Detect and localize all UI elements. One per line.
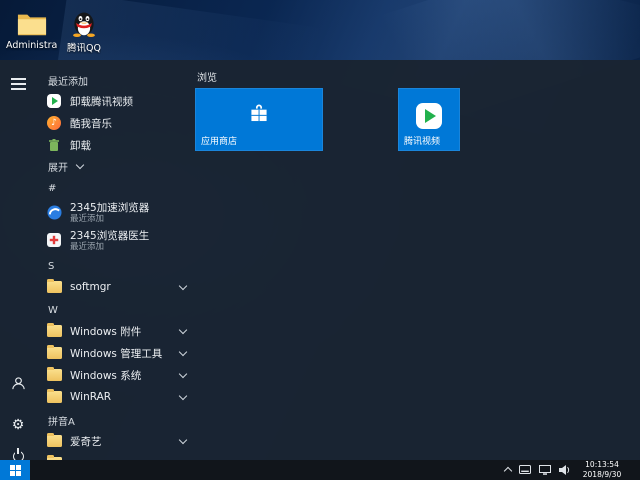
app-folder-winrar[interactable]: WinRAR [36, 386, 194, 408]
app-folder-windows-admin-tools[interactable]: Windows 管理工具 [36, 342, 194, 364]
section-header-hash[interactable]: # [36, 178, 194, 198]
app-item-label: Windows 管理工具 [70, 346, 162, 361]
windows-logo-icon [10, 465, 21, 476]
app-item-label: WinRAR [70, 391, 111, 403]
section-header-recent: 最近添加 [36, 70, 194, 90]
input-indicator-icon[interactable] [519, 465, 531, 475]
folder-icon [46, 345, 62, 361]
taskbar-clock[interactable]: 10:13:54 2018/9/30 [579, 460, 625, 480]
qq-penguin-icon [68, 8, 100, 38]
start-menu: 最近添加 卸载腾讯视频 酷我音乐 卸载 展开 # [0, 60, 640, 460]
app-item-2345-browser-doctor[interactable]: 2345浏览器医生 最近添加 [36, 226, 194, 254]
app-item-uninstall-tencent-video[interactable]: 卸载腾讯视频 [36, 90, 194, 112]
app-item-sublabel: 最近添加 [70, 215, 149, 225]
settings-button[interactable] [0, 405, 36, 441]
folder-icon [46, 433, 62, 449]
system-tray: 10:13:54 2018/9/30 [505, 460, 640, 480]
expand-label: 展开 [48, 159, 68, 174]
network-icon[interactable] [539, 465, 551, 475]
section-header-pinyin-a[interactable]: 拼音A [36, 410, 194, 430]
app-item-kuwo-music[interactable]: 酷我音乐 [36, 112, 194, 134]
app-folder-softmgr[interactable]: softmgr [36, 276, 194, 298]
hidden-icons-chevron[interactable] [504, 467, 512, 475]
app-item-sublabel: 最近添加 [70, 243, 149, 253]
app-item-label: softmgr [70, 281, 111, 293]
tile-label: 应用商店 [201, 134, 237, 147]
start-menu-rail [0, 60, 36, 460]
app-item-2345-browser[interactable]: 2345加速浏览器 最近添加 [36, 198, 194, 226]
kuwo-music-icon [46, 115, 62, 131]
chevron-down-icon [179, 326, 187, 334]
app-item-uninstall[interactable]: 卸载 [36, 134, 194, 156]
menu-hamburger-button[interactable] [0, 66, 36, 102]
chevron-down-icon [179, 370, 187, 378]
folder-icon [16, 8, 48, 38]
app-item-label: Windows 附件 [70, 324, 141, 339]
start-tiles-area: 浏览 应用商店 腾讯视频 [195, 60, 640, 460]
desktop-icon-label: 腾讯QQ [67, 40, 101, 54]
chevron-down-icon [179, 436, 187, 444]
chevron-down-icon [179, 348, 187, 356]
chevron-down-icon [76, 161, 84, 169]
tile-tencent-video[interactable]: 腾讯视频 [398, 88, 460, 151]
app-item-label: 2345浏览器医生 [70, 228, 149, 243]
chevron-down-icon [179, 282, 187, 290]
clock-date: 2018/9/30 [582, 470, 622, 480]
store-bag-icon [246, 101, 272, 131]
app-item-label: 卸载 [70, 138, 91, 153]
taskbar: 10:13:54 2018/9/30 [0, 460, 640, 480]
tile-group-header[interactable]: 浏览 [197, 69, 217, 84]
app-item-label: 2345加速浏览器 [70, 200, 149, 215]
app-folder-windows-accessories[interactable]: Windows 附件 [36, 320, 194, 342]
uninstall-trash-icon [46, 137, 62, 153]
app-item-clipped[interactable] [36, 452, 194, 460]
folder-icon [46, 389, 62, 405]
user-icon [11, 376, 26, 391]
hamburger-icon [11, 78, 26, 90]
desktop-icon-administrator[interactable]: Administra... [6, 8, 58, 51]
tile-app-store[interactable]: 应用商店 [195, 88, 323, 151]
browser-globe-icon [46, 204, 62, 220]
volume-icon[interactable] [559, 465, 571, 475]
app-item-label: 卸载腾讯视频 [70, 94, 133, 109]
desktop-icon-label: Administra... [6, 40, 58, 51]
tile-label: 腾讯视频 [404, 134, 440, 147]
folder-icon [46, 323, 62, 339]
tencent-video-icon [46, 93, 62, 109]
section-header-w[interactable]: W [36, 300, 194, 320]
folder-icon [46, 279, 62, 295]
app-item-label: 酷我音乐 [70, 116, 112, 131]
folder-icon [46, 367, 62, 383]
app-folder-windows-system[interactable]: Windows 系统 [36, 364, 194, 386]
medic-cross-icon [46, 232, 62, 248]
clock-time: 10:13:54 [582, 460, 622, 470]
chevron-down-icon [179, 392, 187, 400]
app-item-label: Windows 系统 [70, 368, 141, 383]
app-item-label: 爱奇艺 [70, 434, 102, 449]
app-folder-iqiyi[interactable]: 爱奇艺 [36, 430, 194, 452]
gear-icon [12, 414, 25, 433]
expand-button[interactable]: 展开 [36, 156, 194, 176]
tencent-video-play-icon [416, 103, 442, 129]
user-account-button[interactable] [0, 365, 36, 401]
start-button[interactable] [0, 460, 30, 480]
start-app-list: 最近添加 卸载腾讯视频 酷我音乐 卸载 展开 # [36, 60, 194, 460]
desktop-icon-qq[interactable]: 腾讯QQ [58, 8, 110, 54]
section-header-s[interactable]: S [36, 256, 194, 276]
